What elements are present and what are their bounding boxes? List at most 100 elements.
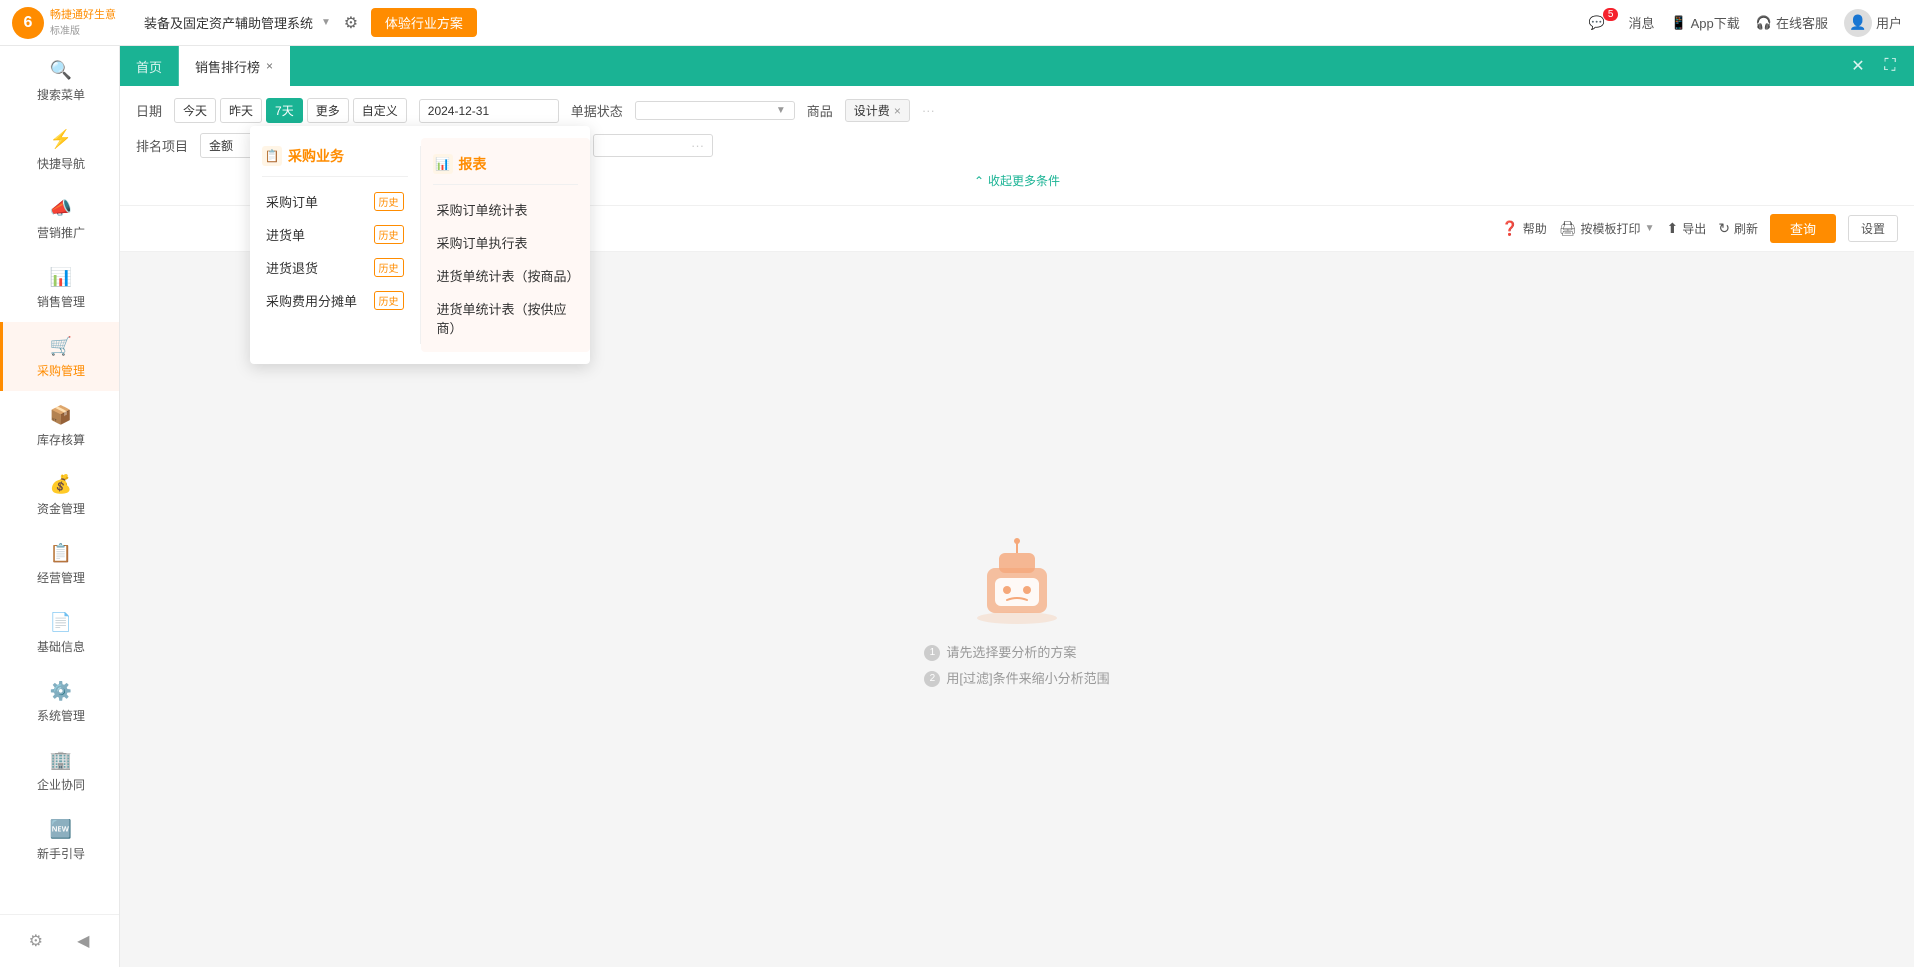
tab-close-icon[interactable]: × <box>266 59 273 73</box>
refresh-btn[interactable]: ↻ 刷新 <box>1718 220 1758 237</box>
refresh-label: 刷新 <box>1734 220 1758 237</box>
sidebar-label-basic-info: 基础信息 <box>37 638 85 655</box>
business-title-label: 采购业务 <box>288 146 344 166</box>
goods-ellipsis[interactable]: ··· <box>922 103 935 118</box>
tab-sales-ranking-label: 销售排行榜 <box>195 57 260 76</box>
tab-expand-btn[interactable]: ⛶ <box>1878 54 1902 78</box>
sidebar-label-purchase: 采购管理 <box>37 362 85 379</box>
sidebar-item-enterprise[interactable]: 🏢 企业协同 <box>0 736 119 805</box>
date-btn-more[interactable]: 更多 <box>307 98 349 123</box>
chart-icon: 📊 <box>49 265 73 289</box>
menu-report-order-stats[interactable]: 采购订单统计表 <box>433 193 579 226</box>
sidebar-item-quick-nav[interactable]: ⚡ 快捷导航 <box>0 115 119 184</box>
tab-right-controls: ✕ ⛶ <box>1834 54 1914 78</box>
sidebar-label-sales: 销售管理 <box>37 293 85 310</box>
print-icon: 🖨 <box>1559 220 1577 237</box>
search-icon: 🔍 <box>49 58 73 82</box>
menu-expense[interactable]: 采购费用分摊单 历史 <box>262 284 408 317</box>
customer-input-wrapper[interactable]: ··· <box>593 134 713 157</box>
dropdown-col-reports: 📊 报表 采购订单统计表 采购订单执行表 进货单统计表（按商品） <box>421 138 591 352</box>
online-service-action[interactable]: 🎧 在线客服 <box>1756 13 1828 32</box>
step1-num: 1 <box>924 645 940 661</box>
header-right: 💬 5 消息 📱 App下载 🎧 在线客服 👤 用户 <box>1589 9 1902 37</box>
ranking-label: 排名项目 <box>136 136 188 155</box>
tab-bar: 首页 销售排行榜 × ✕ ⛶ <box>120 46 1914 86</box>
megaphone-icon: 📣 <box>49 196 73 220</box>
export-btn[interactable]: ⬆ 导出 <box>1666 220 1706 237</box>
menu-report-incoming-goods[interactable]: 进货单统计表（按商品） <box>433 259 579 292</box>
sidebar-item-guide[interactable]: 🆕 新手引导 <box>0 805 119 874</box>
customer-ellipsis[interactable]: ··· <box>691 138 704 153</box>
system-dropdown-arrow[interactable]: ▼ <box>321 17 331 28</box>
help-btn[interactable]: ❓ 帮助 <box>1501 220 1546 237</box>
sidebar-label-quick-nav: 快捷导航 <box>37 155 85 172</box>
sidebar-item-search[interactable]: 🔍 搜索菜单 <box>0 46 119 115</box>
top-header: 6 畅捷通好生意 标准版 装备及固定资产辅助管理系统 ▼ ⚙ 体验行业方案 💬 … <box>0 0 1914 46</box>
sidebar-label-operations: 经营管理 <box>37 569 85 586</box>
date-btn-custom[interactable]: 自定义 <box>353 98 407 123</box>
help-icon: ❓ <box>1501 220 1518 237</box>
app-label: App下载 <box>1691 13 1740 32</box>
query-button[interactable]: 查询 <box>1770 214 1836 243</box>
sidebar-item-finance[interactable]: 💰 资金管理 <box>0 460 119 529</box>
print-btn[interactable]: 🖨 按模板打印 ▼ <box>1559 220 1655 237</box>
empty-text: 1 请先选择要分析的方案 2 用[过滤]条件来缩小分析范围 <box>924 640 1109 692</box>
message-action[interactable]: 💬 5 消息 <box>1589 13 1655 32</box>
tab-content: 📋 采购业务 采购订单 历史 进货单 历史 进货退货 <box>120 86 1914 967</box>
status-select-wrapper[interactable]: ▼ <box>635 101 795 120</box>
goods-tag-close[interactable]: × <box>894 104 901 118</box>
refresh-icon: ↻ <box>1718 220 1730 237</box>
date-btn-yesterday[interactable]: 昨天 <box>220 98 262 123</box>
logo-text: 畅捷通好生意 <box>50 8 116 22</box>
logo-icon: 6 <box>12 7 44 39</box>
user-action[interactable]: 👤 用户 <box>1844 9 1902 37</box>
sidebar-item-marketing[interactable]: 📣 营销推广 <box>0 184 119 253</box>
date-end-input[interactable] <box>419 99 559 123</box>
menu-report-order-exec[interactable]: 采购订单执行表 <box>433 226 579 259</box>
reports-title-label: 报表 <box>459 154 487 174</box>
step2-text: 用[过滤]条件来缩小分析范围 <box>946 666 1109 692</box>
building-icon: 🏢 <box>49 748 73 772</box>
menu-incoming[interactable]: 进货单 历史 <box>262 218 408 251</box>
dropdown-cols: 📋 采购业务 采购订单 历史 进货单 历史 进货退货 <box>250 138 590 352</box>
service-label: 在线客服 <box>1776 13 1828 32</box>
date-btn-7days[interactable]: 7天 <box>266 98 303 123</box>
menu-purchase-order[interactable]: 采购订单 历史 <box>262 185 408 218</box>
settings-button[interactable]: 设置 <box>1848 215 1898 242</box>
message-icon: 💬 <box>1589 15 1605 31</box>
sidebar-item-inventory[interactable]: 📦 库存核算 <box>0 391 119 460</box>
sidebar-settings-btn[interactable]: ⚙ <box>22 927 50 955</box>
user-label: 用户 <box>1876 13 1902 32</box>
history-badge-1: 历史 <box>374 225 404 244</box>
sidebar-label-finance: 资金管理 <box>37 500 85 517</box>
dropdown-col-business: 📋 采购业务 采购订单 历史 进货单 历史 进货退货 <box>250 138 420 352</box>
history-badge-2: 历史 <box>374 258 404 277</box>
reports-title-icon: 📊 <box>433 154 453 174</box>
sidebar-bottom: ⚙ ◀ <box>0 914 119 967</box>
sidebar-item-sales[interactable]: 📊 销售管理 <box>0 253 119 322</box>
lightning-icon: ⚡ <box>49 127 73 151</box>
menu-return[interactable]: 进货退货 历史 <box>262 251 408 284</box>
tab-home[interactable]: 首页 <box>120 46 179 86</box>
sidebar-item-operations[interactable]: 📋 经营管理 <box>0 529 119 598</box>
sidebar-item-basic-info[interactable]: 📄 基础信息 <box>0 598 119 667</box>
sidebar-label-system: 系统管理 <box>37 707 85 724</box>
tab-sales-ranking[interactable]: 销售排行榜 × <box>179 46 290 86</box>
app-download-action[interactable]: 📱 App下载 <box>1670 13 1739 32</box>
print-dropdown-icon[interactable]: ▼ <box>1645 223 1655 234</box>
sidebar-item-purchase[interactable]: 🛒 采购管理 <box>0 322 119 391</box>
phone-icon: 📱 <box>1670 15 1686 31</box>
industry-button[interactable]: 体验行业方案 <box>371 8 477 37</box>
menu-report-incoming-supplier[interactable]: 进货单统计表（按供应商） <box>433 292 579 344</box>
gear-icon[interactable]: ⚙ <box>339 11 363 35</box>
goods-tag: 设计费 × <box>845 99 910 122</box>
tab-close-btn[interactable]: ✕ <box>1846 54 1870 78</box>
business-title-icon: 📋 <box>262 146 282 166</box>
collapse-up-icon: ⌃ <box>974 174 984 188</box>
date-btn-today[interactable]: 今天 <box>174 98 216 123</box>
sidebar-item-system[interactable]: ⚙️ 系统管理 <box>0 667 119 736</box>
step2-item: 2 用[过滤]条件来缩小分析范围 <box>924 666 1109 692</box>
collapse-label: 收起更多条件 <box>988 172 1060 189</box>
logo-area: 6 畅捷通好生意 标准版 <box>12 7 132 39</box>
sidebar-collapse-btn[interactable]: ◀ <box>69 927 97 955</box>
